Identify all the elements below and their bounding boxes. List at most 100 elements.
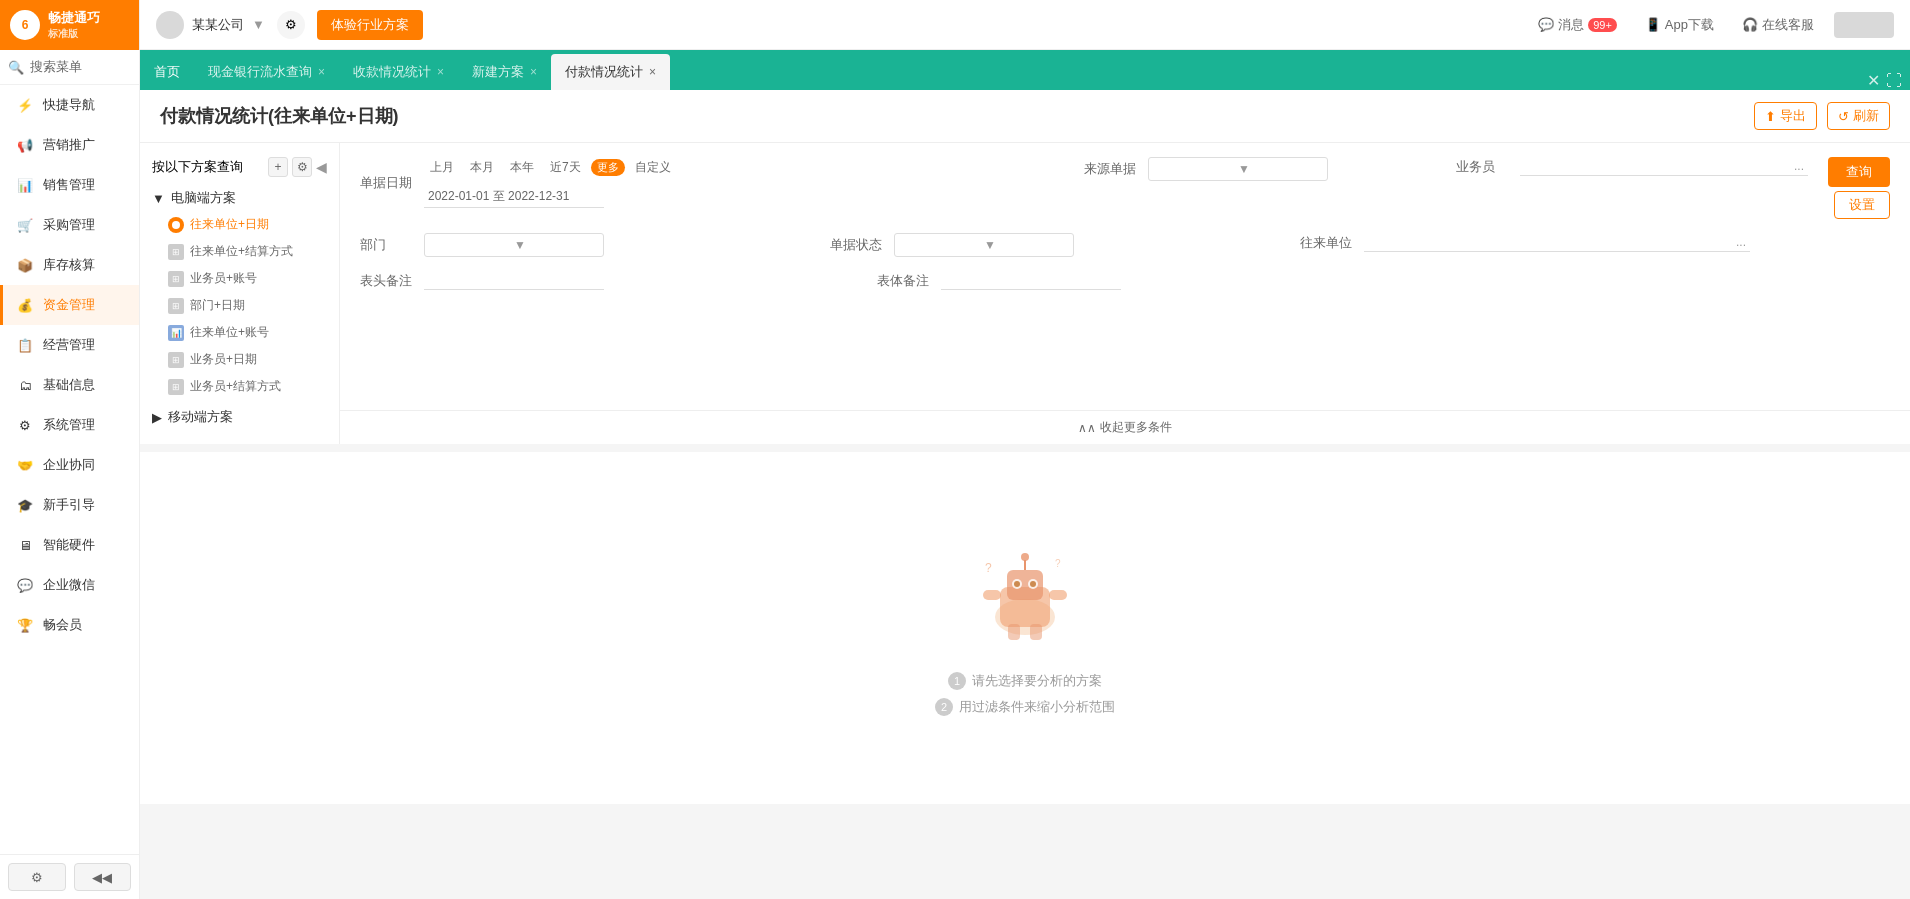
mobile-expand-icon: ▶ [152, 410, 162, 425]
refresh-btn[interactable]: ↺ 刷新 [1827, 102, 1890, 130]
scheme-add-btn[interactable]: + [268, 157, 288, 177]
search-icon: 🔍 [8, 60, 24, 75]
scheme-panel: 按以下方案查询 + ⚙ ◀ ▼ 电脑端方案 [140, 143, 340, 444]
tab-home[interactable]: 首页 [140, 54, 194, 90]
salesman-label: 业务员 [1456, 158, 1512, 176]
sidebar-item-hardware[interactable]: 🖥 智能硬件 [0, 525, 139, 565]
scheme-group-desktop: ▼ 电脑端方案 往来单位+日期 ⊞ 往来单位+结算 [140, 185, 339, 400]
wechat-icon: 💬 [15, 575, 35, 595]
search-menu[interactable]: 🔍 搜索菜单 [0, 50, 139, 85]
doc-status-label: 单据状态 [830, 236, 886, 254]
scheme-settings-btn[interactable]: ⚙ [292, 157, 312, 177]
tab-fullscreen-btn[interactable]: ⛶ [1886, 72, 1902, 90]
sidebar-settings-btn[interactable]: ⚙ [8, 863, 66, 891]
tab-cash-flow[interactable]: 现金银行流水查询 × [194, 54, 339, 90]
tab-close-all-btn[interactable]: ✕ [1867, 71, 1880, 90]
sidebar-item-purchase[interactable]: 🛒 采购管理 [0, 205, 139, 245]
scheme-item-salesman-date[interactable]: ⊞ 业务员+日期 [140, 346, 339, 373]
hardware-icon: 🖥 [15, 535, 35, 555]
sidebar-header: 6 畅捷通巧 标准版 [0, 0, 139, 50]
dept-select[interactable]: ▼ [424, 233, 604, 257]
tab-payment-stats[interactable]: 付款情况统计 × [551, 54, 670, 90]
doc-status-select[interactable]: ▼ [894, 233, 1074, 257]
scheme-item-partner-date[interactable]: 往来单位+日期 [140, 211, 339, 238]
app-name: 畅捷通巧 [48, 9, 100, 27]
inventory-icon: 📦 [15, 255, 35, 275]
sidebar-item-enterprise[interactable]: 🤝 企业协同 [0, 445, 139, 485]
table-body-note-input[interactable] [941, 271, 1121, 290]
sidebar-item-operation[interactable]: 📋 经营管理 [0, 325, 139, 365]
scheme-group-mobile: ▶ 移动端方案 [140, 404, 339, 430]
sidebar-settings-icon: ⚙ [31, 870, 43, 885]
sidebar-item-finance[interactable]: 💰 资金管理 [0, 285, 139, 325]
shortcut-this-year[interactable]: 本年 [504, 157, 540, 178]
source-doc-select[interactable]: ▼ [1148, 157, 1328, 181]
tab-close-receipt-stats[interactable]: × [437, 65, 444, 79]
sidebar-item-basic[interactable]: 🗂 基础信息 [0, 365, 139, 405]
scheme-group-mobile-header[interactable]: ▶ 移动端方案 [140, 404, 339, 430]
user-name: 某某公司 [192, 16, 244, 34]
dept-date-icon: ⊞ [168, 298, 184, 314]
empty-tip-2: 2 用过滤条件来缩小分析范围 [935, 698, 1115, 716]
sidebar-item-guide[interactable]: 🎓 新手引导 [0, 485, 139, 525]
app-download-btn[interactable]: 📱 App下载 [1637, 12, 1722, 38]
customer-service-btn[interactable]: 🎧 在线客服 [1734, 12, 1822, 38]
dropdown-arrow[interactable]: ▼ [252, 17, 265, 32]
salesman-input[interactable]: ... [1520, 157, 1808, 176]
collapse-chevron-icon: ∧∧ [1078, 421, 1096, 435]
sidebar: 6 畅捷通巧 标准版 🔍 搜索菜单 ⚡ 快捷导航 📢 营销推广 📊 销售管理 🛒… [0, 0, 140, 899]
doc-status-arrow: ▼ [984, 238, 1063, 252]
partner-input[interactable]: ... [1364, 233, 1750, 252]
svg-rect-10 [1049, 590, 1067, 600]
sidebar-item-marketing[interactable]: 📢 营销推广 [0, 125, 139, 165]
collapse-conditions-btn[interactable]: ∧∧ 收起更多条件 [1078, 419, 1172, 436]
table-header-note-input[interactable] [424, 271, 604, 290]
shortcut-custom[interactable]: 自定义 [629, 157, 677, 178]
tab-receipt-stats[interactable]: 收款情况统计 × [339, 54, 458, 90]
scheme-group-desktop-header[interactable]: ▼ 电脑端方案 [140, 185, 339, 211]
scheme-item-salesman-account[interactable]: ⊞ 业务员+账号 [140, 265, 339, 292]
trial-btn[interactable]: 体验行业方案 [317, 10, 423, 40]
sidebar-item-vip[interactable]: 🏆 畅会员 [0, 605, 139, 645]
dept-label: 部门 [360, 236, 416, 254]
sidebar-collapse-btn[interactable]: ◀◀ [74, 863, 132, 891]
date-range-display: 2022-01-01 至 2022-12-31 [424, 186, 604, 208]
partner-dots: ... [1736, 235, 1746, 249]
scheme-item-partner-settlement[interactable]: ⊞ 往来单位+结算方式 [140, 238, 339, 265]
service-icon: 🎧 [1742, 17, 1758, 32]
query-btn[interactable]: 查询 [1828, 157, 1890, 187]
tab-close-cash-flow[interactable]: × [318, 65, 325, 79]
sidebar-footer: ⚙ ◀◀ [0, 854, 139, 899]
scheme-group-mobile-label: 移动端方案 [168, 408, 233, 426]
notifications-btn[interactable]: 💬 消息 99+ [1530, 12, 1625, 38]
shortcut-last-month[interactable]: 上月 [424, 157, 460, 178]
tab-close-payment-stats[interactable]: × [649, 65, 656, 79]
sidebar-item-quick-nav[interactable]: ⚡ 快捷导航 [0, 85, 139, 125]
shortcut-more[interactable]: 更多 [591, 159, 625, 176]
shortcut-this-month[interactable]: 本月 [464, 157, 500, 178]
salesman-date-icon: ⊞ [168, 352, 184, 368]
scheme-item-dept-date[interactable]: ⊞ 部门+日期 [140, 292, 339, 319]
quick-nav-icon: ⚡ [15, 95, 35, 115]
table-body-note-label: 表体备注 [877, 272, 933, 290]
sidebar-item-sales[interactable]: 📊 销售管理 [0, 165, 139, 205]
tab-new-plan[interactable]: 新建方案 × [458, 54, 551, 90]
header-user-block[interactable] [1834, 12, 1894, 38]
svg-point-5 [1014, 581, 1020, 587]
scheme-settings-icon: ⚙ [297, 160, 308, 174]
svg-text:?: ? [1055, 558, 1061, 569]
svg-text:?: ? [985, 561, 992, 575]
sidebar-item-wechat[interactable]: 💬 企业微信 [0, 565, 139, 605]
export-btn[interactable]: ⬆ 导出 [1754, 102, 1817, 130]
sidebar-item-inventory[interactable]: 📦 库存核算 [0, 245, 139, 285]
scheme-item-partner-account[interactable]: 📊 往来单位+账号 [140, 319, 339, 346]
settings-icon[interactable]: ⚙ [277, 11, 305, 39]
sidebar-item-system[interactable]: ⚙ 系统管理 [0, 405, 139, 445]
filter-setting-btn[interactable]: 设置 [1834, 191, 1890, 219]
scheme-collapse-btn[interactable]: ◀ [316, 159, 327, 175]
shortcut-last-7[interactable]: 近7天 [544, 157, 587, 178]
page-title: 付款情况统计(往来单位+日期) [160, 104, 399, 128]
tab-close-new-plan[interactable]: × [530, 65, 537, 79]
filter-row-2: 部门 ▼ 单据状态 ▼ [360, 233, 1890, 257]
scheme-item-salesman-settlement[interactable]: ⊞ 业务员+结算方式 [140, 373, 339, 400]
